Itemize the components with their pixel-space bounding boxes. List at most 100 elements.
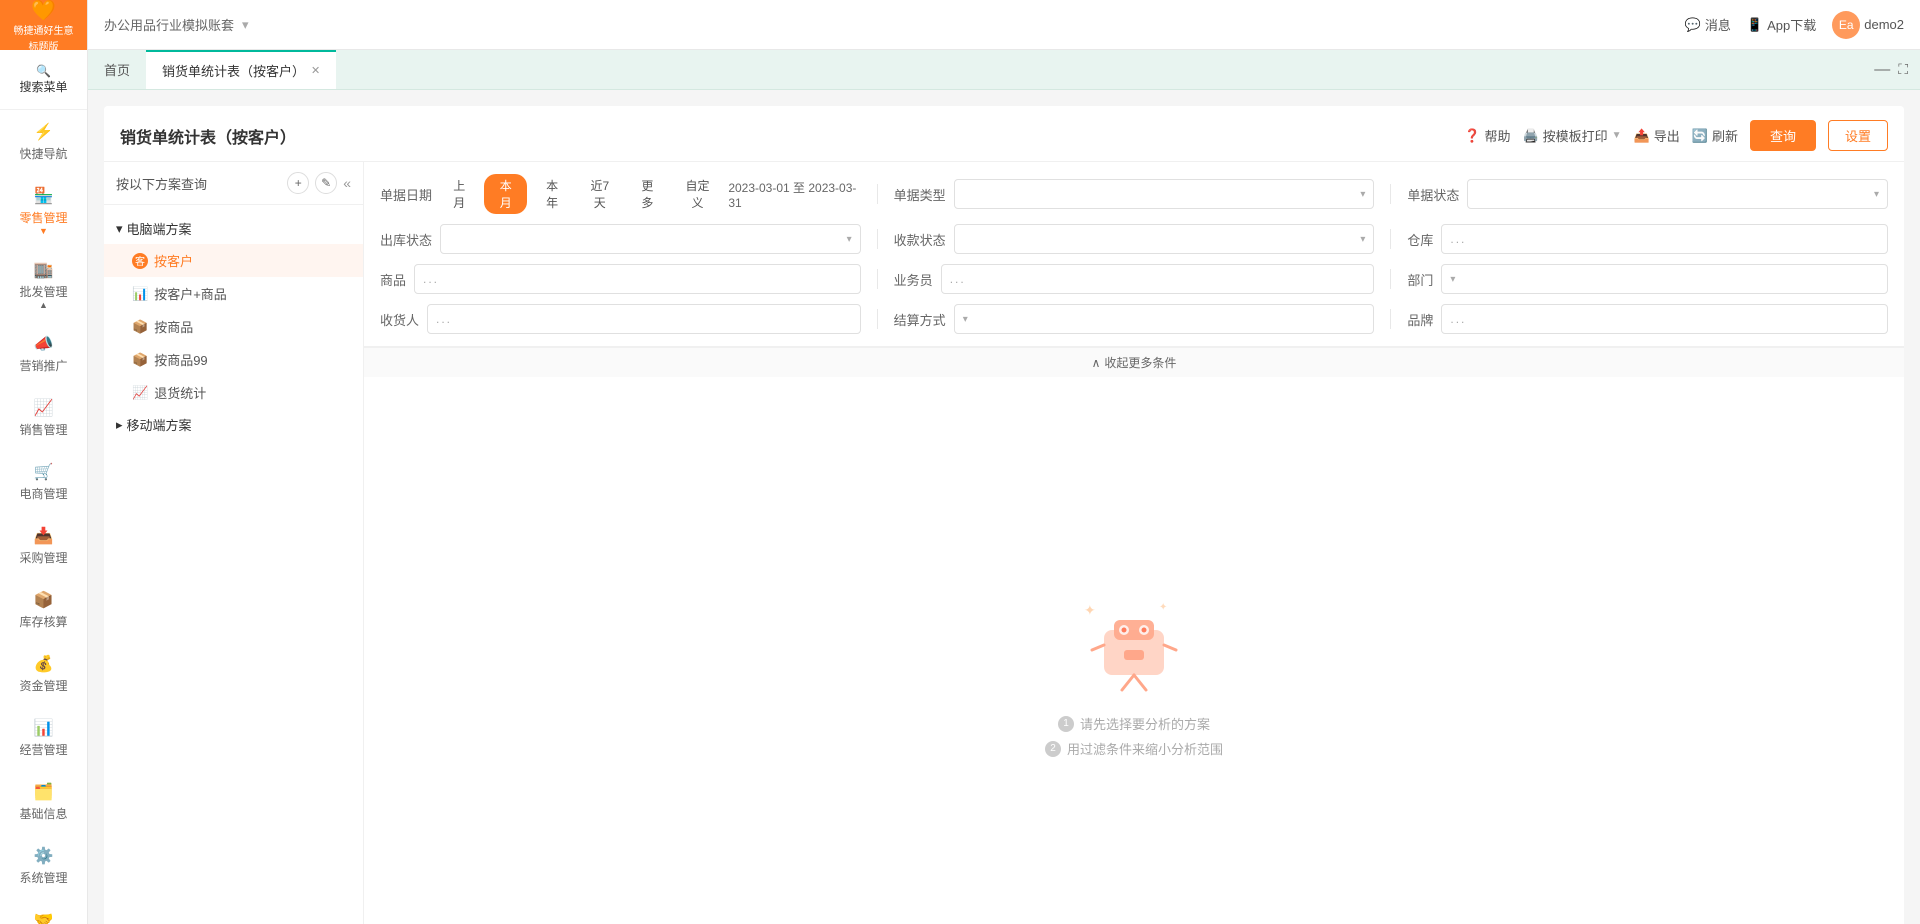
filter-row-3: 商品 ... 业务员 ...	[380, 264, 1888, 294]
appdownload-icon: 📱	[1747, 17, 1763, 33]
refresh-action[interactable]: 🔄 刷新	[1692, 126, 1738, 145]
salesperson-select[interactable]: ...	[941, 264, 1375, 294]
tab-home[interactable]: 首页	[88, 50, 146, 89]
sidebar-item-enterprise[interactable]: 🤝 企业协同	[0, 898, 87, 924]
brand-select[interactable]: ...	[1441, 304, 1888, 334]
content-card: 销货单统计表（按客户） ❓ 帮助 🖨️ 按模板打印 ▼ 📤 导出	[104, 106, 1904, 924]
mobile-group-arrow-icon: ▸	[116, 417, 123, 433]
tree-item-by-goods[interactable]: 📦 按商品	[104, 310, 363, 343]
date-btn-custom[interactable]: 自定义	[673, 174, 723, 214]
export-label: 导出	[1654, 126, 1680, 145]
sidebar-item-finance[interactable]: 💰 资金管理	[0, 642, 87, 706]
help-action[interactable]: ❓ 帮助	[1464, 126, 1510, 145]
sidebar-search[interactable]: 🔍 搜索菜单	[0, 50, 87, 110]
date-btn-more[interactable]: 更多	[628, 174, 666, 214]
out-status-chevron: ▾	[847, 234, 852, 245]
collapse-label: 收起更多条件	[1104, 354, 1176, 371]
settlement-select[interactable]: ▾	[954, 304, 1375, 334]
topbar-message[interactable]: 💬 消息	[1685, 15, 1731, 34]
filter-area: 单据日期 上月 本月 本年 近7天 更多 自定义 2023-03-01 至 20…	[364, 162, 1904, 347]
finance-label: 资金管理	[19, 677, 67, 694]
dept-select[interactable]: ▾	[1441, 264, 1888, 294]
group-arrow-icon: ▾	[116, 221, 123, 237]
salesperson-label: 业务员	[894, 270, 933, 289]
dept-chevron: ▾	[1450, 274, 1455, 285]
doc-type-select[interactable]: ▾	[954, 179, 1375, 209]
edit-scheme-btn[interactable]: ✎	[315, 172, 337, 194]
tree-group-desktop-header[interactable]: ▾ 电脑端方案	[104, 213, 363, 244]
out-status-label: 出库状态	[380, 230, 432, 249]
divider-1	[877, 184, 878, 204]
return-stats-label: 退货统计	[154, 383, 206, 402]
empty-hint-1: 1 请先选择要分析的方案	[1058, 714, 1210, 733]
settings-button[interactable]: 设置	[1828, 120, 1888, 151]
basic-label: 基础信息	[19, 805, 67, 822]
tree-item-return-stats[interactable]: 📈 退货统计	[104, 376, 363, 409]
add-scheme-btn[interactable]: +	[287, 172, 309, 194]
tab-close-icon[interactable]: ✕	[311, 64, 320, 77]
window-minimize-icon[interactable]: —	[1874, 61, 1890, 79]
tree-item-by-customer-goods[interactable]: 📊 按客户+商品	[104, 277, 363, 310]
customer-icon: 客	[132, 253, 148, 269]
left-panel: 按以下方案查询 + ✎ «	[104, 162, 364, 924]
doc-type-chevron: ▾	[1360, 189, 1365, 200]
tree-item-by-goods-99[interactable]: 📦 按商品99	[104, 343, 363, 376]
empty-state: ✦ ✦ 1 请先选择要分析的方案 2 用过滤条件来缩小分析范围	[364, 379, 1904, 924]
template-print-action[interactable]: 🖨️ 按模板打印 ▼	[1522, 126, 1621, 145]
topbar-appdownload[interactable]: 📱 App下载	[1747, 15, 1816, 34]
split-layout: 按以下方案查询 + ✎ «	[104, 162, 1904, 924]
edit-icon: ✎	[321, 176, 331, 190]
sidebar-item-ecommerce[interactable]: 🛒 电商管理	[0, 450, 87, 514]
topbar-user[interactable]: Ea demo2	[1832, 11, 1904, 39]
out-status-select[interactable]: ▾	[440, 224, 861, 254]
filter-col-dept: 部门 ▾	[1407, 264, 1888, 294]
logo[interactable]: 🧡 畅捷通好生意 标题版	[0, 0, 87, 50]
doc-status-chevron: ▾	[1874, 189, 1879, 200]
filter-row-1: 单据日期 上月 本月 本年 近7天 更多 自定义 2023-03-01 至 20…	[380, 174, 1888, 214]
date-btn-last-7-days[interactable]: 近7天	[577, 174, 622, 214]
goods-select[interactable]: ...	[414, 264, 861, 294]
sidebar-item-retail[interactable]: 🏪 零售管理 ▼	[0, 174, 87, 248]
quicknav-label: 快捷导航	[19, 145, 67, 162]
inventory-icon: 📦	[34, 590, 54, 610]
sidebar-item-operations[interactable]: 📊 经营管理	[0, 706, 87, 770]
sidebar-item-marketing[interactable]: 📣 营销推广	[0, 322, 87, 386]
query-button[interactable]: 查询	[1750, 120, 1816, 151]
filter-col-doc-type: 单据类型 ▾	[894, 179, 1375, 209]
help-label: 帮助	[1484, 126, 1510, 145]
tab-sales-summary[interactable]: 销货单统计表（按客户） ✕	[146, 50, 336, 89]
sidebar-item-basic[interactable]: 🗂️ 基础信息	[0, 770, 87, 834]
date-btn-this-year[interactable]: 本年	[533, 174, 571, 214]
window-maximize-icon[interactable]: ⛶	[1898, 61, 1908, 78]
date-btn-last-month[interactable]: 上月	[440, 174, 478, 214]
tree-group-mobile: ▸ 移动端方案	[104, 409, 363, 440]
export-icon: 📤	[1634, 128, 1650, 144]
sidebar-item-system[interactable]: ⚙️ 系统管理	[0, 834, 87, 898]
doc-status-select[interactable]: ▾	[1467, 179, 1888, 209]
tree-group-mobile-header[interactable]: ▸ 移动端方案	[104, 409, 363, 440]
recipient-label: 收货人	[380, 310, 419, 329]
sidebar-item-purchase[interactable]: 📥 采购管理	[0, 514, 87, 578]
by-goods-label: 按商品	[154, 317, 193, 336]
appdownload-label: App下载	[1767, 15, 1816, 34]
topbar-dropdown[interactable]: ▾	[242, 17, 249, 33]
goods-dots: ...	[423, 272, 439, 286]
topbar-title: 办公用品行业模拟账套	[104, 15, 234, 34]
date-btn-this-month[interactable]: 本月	[484, 174, 526, 214]
collapse-panel-btn[interactable]: «	[343, 175, 351, 191]
warehouse-select[interactable]: ...	[1441, 224, 1888, 254]
export-action[interactable]: 📤 导出	[1634, 126, 1680, 145]
sidebar-item-sales[interactable]: 📈 销售管理	[0, 386, 87, 450]
hint-1-number: 1	[1058, 716, 1074, 732]
divider-6	[1390, 269, 1391, 289]
collapse-bar[interactable]: ∧ 收起更多条件	[364, 347, 1904, 377]
filter-col-recipient: 收货人 ...	[380, 304, 861, 334]
sidebar-item-quicknav[interactable]: ⚡ 快捷导航	[0, 110, 87, 174]
sidebar-item-wholesale[interactable]: 🏬 批发管理 ▲	[0, 248, 87, 322]
panel-header: 按以下方案查询 + ✎ «	[104, 162, 363, 205]
recipient-select[interactable]: ...	[427, 304, 861, 334]
payment-status-select[interactable]: ▾	[954, 224, 1375, 254]
sidebar-item-inventory[interactable]: 📦 库存核算	[0, 578, 87, 642]
tree-item-by-customer[interactable]: 客 按客户	[104, 244, 363, 277]
divider-2	[1390, 184, 1391, 204]
